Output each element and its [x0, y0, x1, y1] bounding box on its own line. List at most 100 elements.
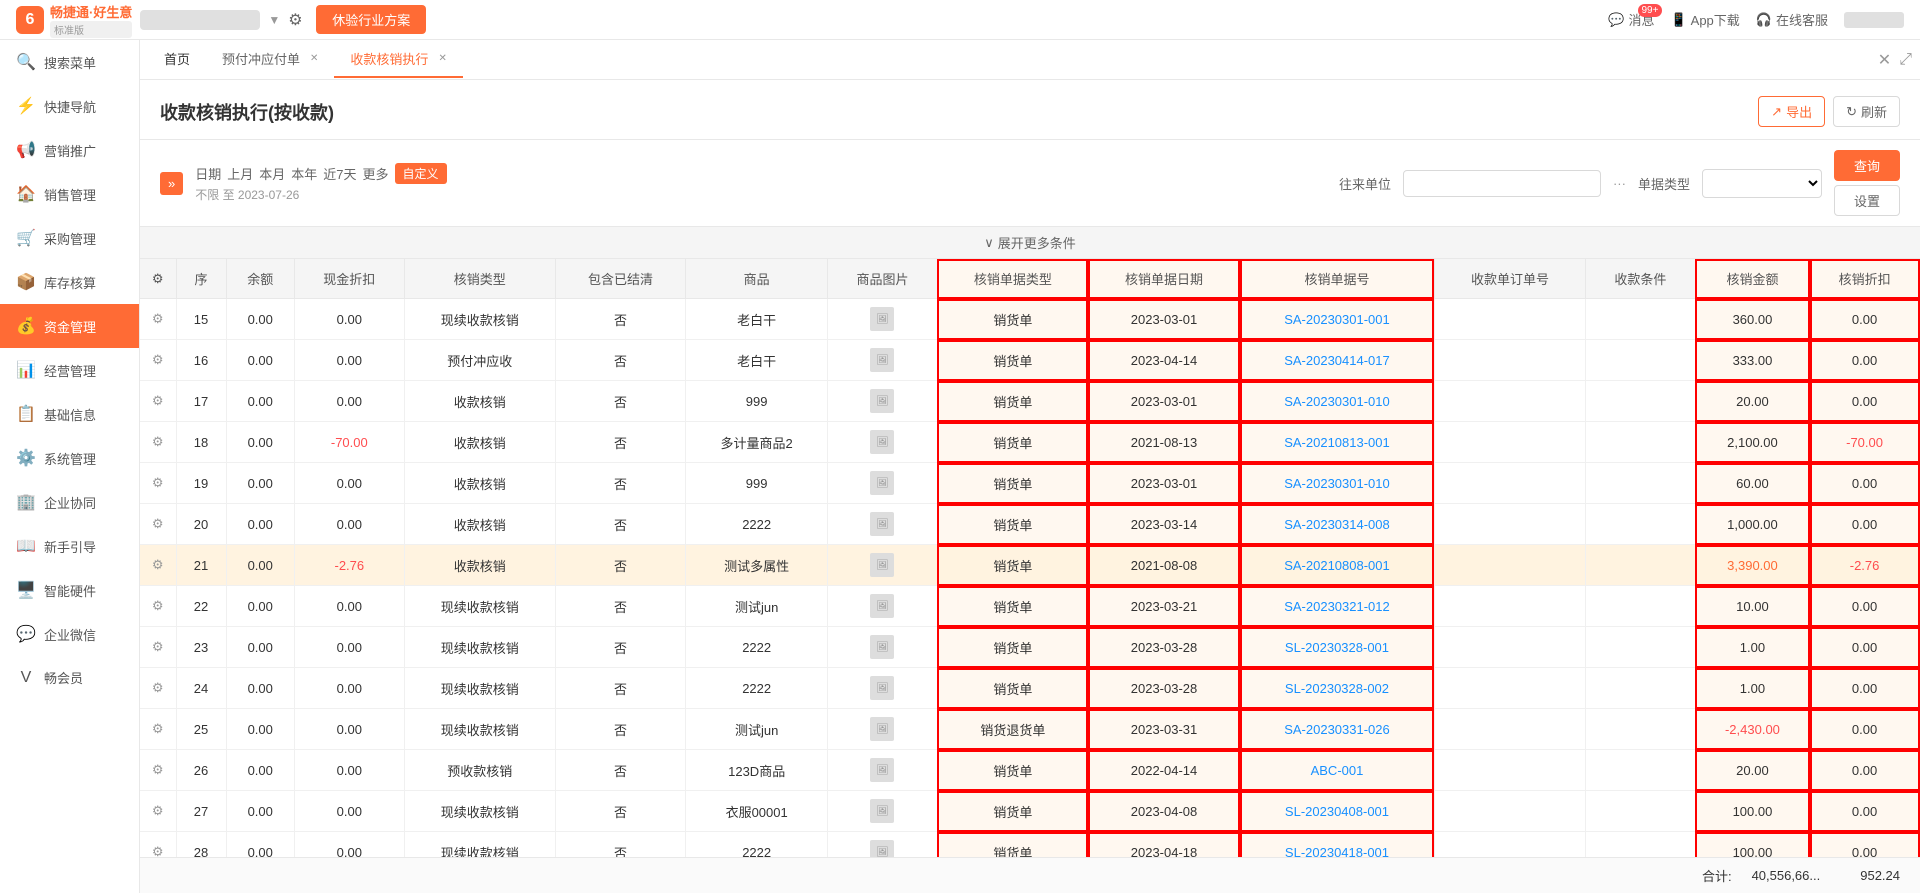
verify-no-link[interactable]: SL-20230328-001: [1285, 640, 1389, 655]
row-gear-icon[interactable]: ⚙: [152, 803, 164, 818]
export-button[interactable]: ↗ 导出: [1758, 96, 1825, 127]
sidebar-item-purchase[interactable]: 🛒 采购管理: [0, 216, 139, 260]
tab-prepay[interactable]: 预付冲应付单 ✕: [206, 41, 334, 78]
tab-close-all-icon[interactable]: ✕: [1878, 50, 1891, 70]
cell-gear[interactable]: ⚙: [140, 545, 176, 586]
cell-verify-no[interactable]: SL-20230328-001: [1240, 627, 1435, 668]
row-gear-icon[interactable]: ⚙: [152, 844, 164, 857]
verify-no-link[interactable]: SA-20230314-008: [1284, 517, 1390, 532]
verify-no-link[interactable]: SL-20230418-001: [1285, 845, 1389, 858]
sidebar-item-basic[interactable]: 📋 基础信息: [0, 392, 139, 436]
tab-home[interactable]: 首页: [148, 41, 206, 78]
row-gear-icon[interactable]: ⚙: [152, 680, 164, 695]
sidebar-item-sales[interactable]: 🏠 销售管理: [0, 172, 139, 216]
cell-verify-no[interactable]: SL-20230408-001: [1240, 791, 1435, 832]
verify-no-link[interactable]: SA-20230301-001: [1284, 312, 1390, 327]
cell-gear[interactable]: ⚙: [140, 422, 176, 463]
sidebar-item-business[interactable]: 📊 经营管理: [0, 348, 139, 392]
cell-gear[interactable]: ⚙: [140, 381, 176, 422]
user-info[interactable]: [1844, 12, 1904, 28]
cell-verify-no[interactable]: ABC-001: [1240, 750, 1435, 791]
voucher-type-select[interactable]: [1702, 169, 1822, 198]
cell-verify-no[interactable]: SA-20230301-010: [1240, 381, 1435, 422]
sidebar-item-member[interactable]: V 畅会员: [0, 656, 139, 699]
date-option-this-month[interactable]: 本月: [259, 164, 285, 183]
sidebar-item-hardware[interactable]: 🖥️ 智能硬件: [0, 568, 139, 612]
sidebar-item-system[interactable]: ⚙️ 系统管理: [0, 436, 139, 480]
verify-no-link[interactable]: SA-20230301-010: [1284, 476, 1390, 491]
table-container[interactable]: ⚙ 序 余额 现金折扣 核销类型 包含已结清 商品 商品图片 核销单据类型 核销…: [140, 259, 1920, 857]
date-option-custom[interactable]: 自定义: [395, 163, 447, 184]
sidebar-item-wechat[interactable]: 💬 企业微信: [0, 612, 139, 656]
cell-gear[interactable]: ⚙: [140, 340, 176, 381]
row-gear-icon[interactable]: ⚙: [152, 516, 164, 531]
verify-no-link[interactable]: SL-20230408-001: [1285, 804, 1389, 819]
verify-no-link[interactable]: SA-20210813-001: [1284, 435, 1390, 450]
cell-verify-no[interactable]: SA-20210813-001: [1240, 422, 1435, 463]
date-option-more[interactable]: 更多: [363, 164, 389, 183]
row-gear-icon[interactable]: ⚙: [152, 762, 164, 777]
cell-verify-no[interactable]: SA-20230321-012: [1240, 586, 1435, 627]
date-option-this-year[interactable]: 本年: [291, 164, 317, 183]
cell-verify-no[interactable]: SA-20230314-008: [1240, 504, 1435, 545]
filter-expand-button[interactable]: »: [160, 172, 183, 195]
partner-more-icon[interactable]: ···: [1613, 176, 1626, 191]
row-gear-icon[interactable]: ⚙: [152, 475, 164, 490]
dropdown-arrow-icon[interactable]: ▼: [268, 13, 280, 27]
support-area[interactable]: 🎧 在线客服: [1756, 10, 1828, 29]
cell-verify-no[interactable]: SA-20230301-010: [1240, 463, 1435, 504]
row-gear-icon[interactable]: ⚙: [152, 598, 164, 613]
cell-gear[interactable]: ⚙: [140, 791, 176, 832]
query-button[interactable]: 查询: [1834, 150, 1900, 181]
tab-expand-icon[interactable]: ⤢: [1899, 51, 1912, 69]
verify-no-link[interactable]: SA-20210808-001: [1284, 558, 1390, 573]
sidebar-item-guide[interactable]: 📖 新手引导: [0, 524, 139, 568]
industry-button[interactable]: 休验行业方案: [316, 5, 426, 34]
cell-gear[interactable]: ⚙: [140, 586, 176, 627]
app-download-area[interactable]: 📱 App下载: [1670, 10, 1739, 29]
cell-gear[interactable]: ⚙: [140, 668, 176, 709]
tab-receive[interactable]: 收款核销执行 ✕: [334, 41, 462, 78]
row-gear-icon[interactable]: ⚙: [152, 393, 164, 408]
sidebar-item-finance[interactable]: 💰 资金管理: [0, 304, 139, 348]
row-gear-icon[interactable]: ⚙: [152, 434, 164, 449]
col-header-settings[interactable]: ⚙: [140, 259, 176, 299]
partner-input[interactable]: [1403, 170, 1601, 197]
row-gear-icon[interactable]: ⚙: [152, 557, 164, 572]
cell-verify-no[interactable]: SL-20230418-001: [1240, 832, 1435, 858]
cell-gear[interactable]: ⚙: [140, 627, 176, 668]
refresh-button[interactable]: ↻ 刷新: [1833, 96, 1900, 127]
row-gear-icon[interactable]: ⚙: [152, 721, 164, 736]
tab-prepay-close-icon[interactable]: ✕: [310, 53, 318, 64]
cell-gear[interactable]: ⚙: [140, 504, 176, 545]
sidebar-item-quick-nav[interactable]: ⚡ 快捷导航: [0, 84, 139, 128]
table-settings-icon[interactable]: ⚙: [152, 271, 164, 286]
company-selector[interactable]: [140, 10, 260, 30]
verify-no-link[interactable]: SL-20230328-002: [1285, 681, 1389, 696]
expand-more-button[interactable]: ∨ 展开更多条件: [984, 233, 1076, 252]
settings-icon[interactable]: ⚙: [288, 10, 308, 30]
notification-area[interactable]: 💬 消息 99+: [1608, 10, 1654, 29]
sidebar-item-inventory[interactable]: 📦 库存核算: [0, 260, 139, 304]
tab-receive-close-icon[interactable]: ✕: [438, 53, 446, 64]
cell-verify-no[interactable]: SA-20230414-017: [1240, 340, 1435, 381]
cell-verify-no[interactable]: SL-20230328-002: [1240, 668, 1435, 709]
row-gear-icon[interactable]: ⚙: [152, 639, 164, 654]
cell-gear[interactable]: ⚙: [140, 832, 176, 858]
cell-verify-no[interactable]: SA-20230331-026: [1240, 709, 1435, 750]
verify-no-link[interactable]: SA-20230301-010: [1284, 394, 1390, 409]
sidebar-item-search[interactable]: 🔍 搜索菜单: [0, 40, 139, 84]
row-gear-icon[interactable]: ⚙: [152, 311, 164, 326]
settings-button[interactable]: 设置: [1834, 185, 1900, 216]
date-option-last-7days[interactable]: 近7天: [323, 164, 356, 183]
cell-gear[interactable]: ⚙: [140, 299, 176, 340]
date-option-last-month[interactable]: 上月: [227, 164, 253, 183]
cell-gear[interactable]: ⚙: [140, 709, 176, 750]
sidebar-item-enterprise[interactable]: 🏢 企业协同: [0, 480, 139, 524]
cell-verify-no[interactable]: SA-20210808-001: [1240, 545, 1435, 586]
sidebar-item-marketing[interactable]: 📢 营销推广: [0, 128, 139, 172]
row-gear-icon[interactable]: ⚙: [152, 352, 164, 367]
cell-gear[interactable]: ⚙: [140, 463, 176, 504]
cell-gear[interactable]: ⚙: [140, 750, 176, 791]
verify-no-link[interactable]: SA-20230414-017: [1284, 353, 1390, 368]
